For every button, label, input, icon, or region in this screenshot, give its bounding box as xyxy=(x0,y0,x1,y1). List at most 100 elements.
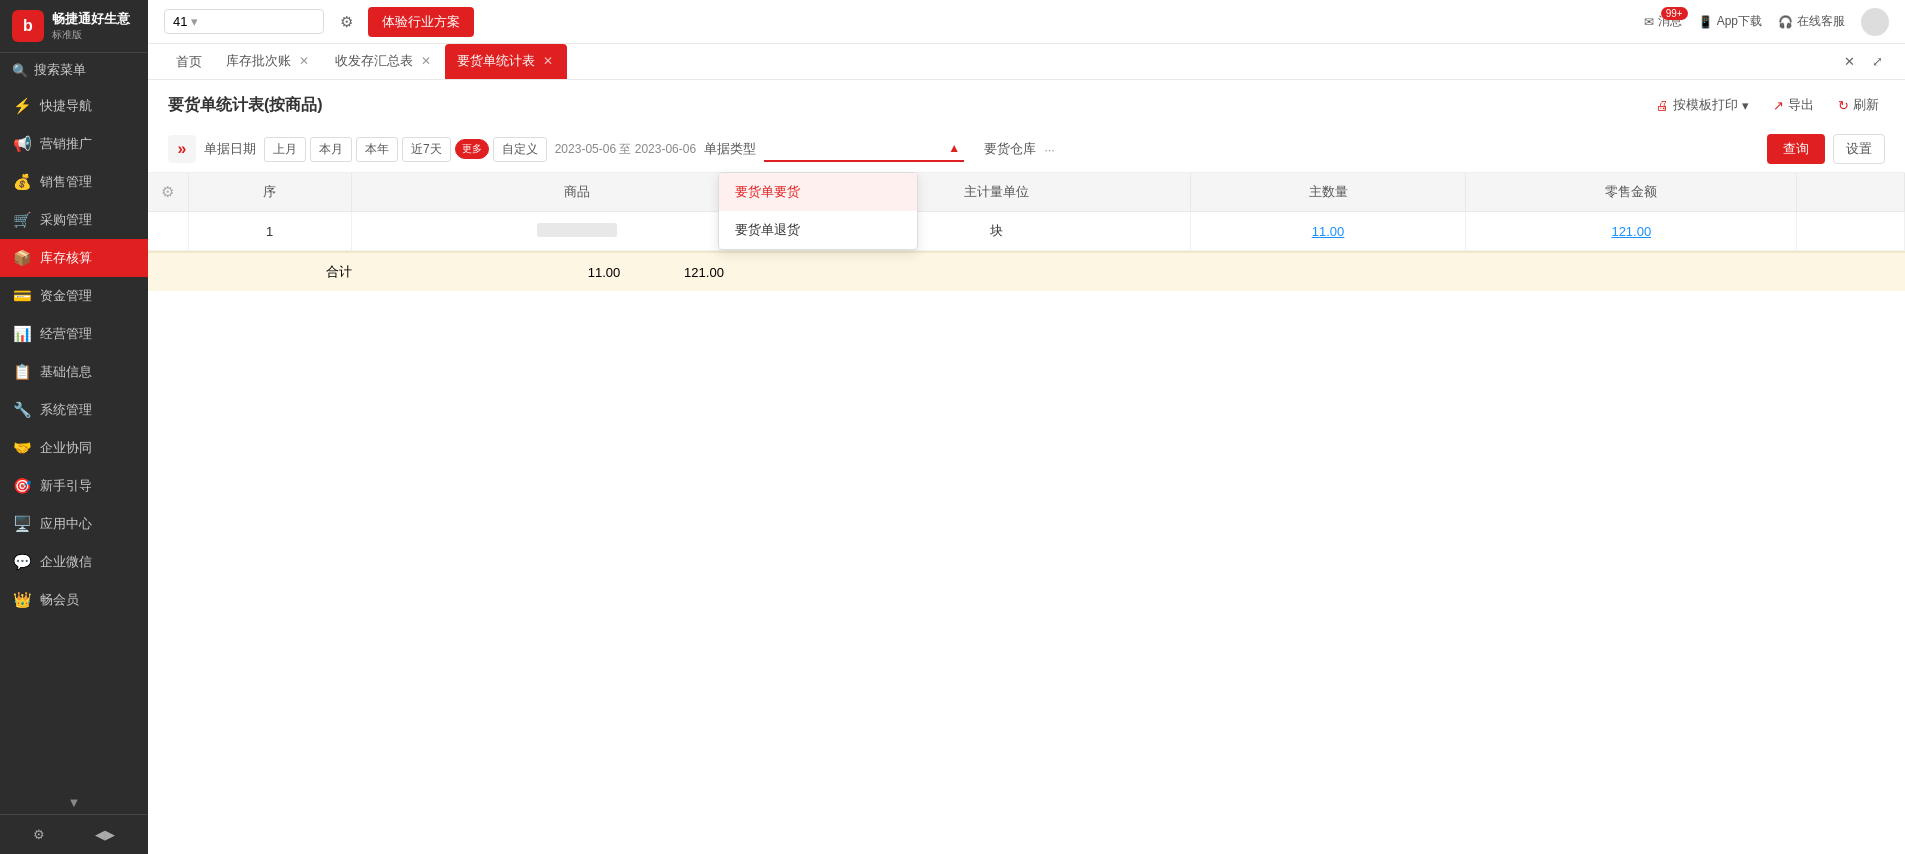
app-download-icon: 📱 xyxy=(1698,15,1713,29)
recent7-btn[interactable]: 近7天 xyxy=(402,137,451,162)
type-input[interactable] xyxy=(764,137,964,160)
col-settings[interactable]: ⚙ xyxy=(148,173,188,212)
tabbar: 首页 库存批次账 ✕ 收发存汇总表 ✕ 要货单统计表 ✕ ✕ ⤢ xyxy=(148,44,1905,80)
sidebar-nav: ⚡快捷导航 📢 营销推广 💰销售管理🛒采购管理📦库存核算 💳 资金管理 📊经营管理📋基础信息… xyxy=(0,87,148,791)
this-year-btn[interactable]: 本年 xyxy=(356,137,398,162)
nav-icon-finance: 💳 xyxy=(12,287,32,305)
row-quantity-cell: 11.00 xyxy=(1190,212,1465,251)
tab-in-out-close-btn[interactable]: ✕ xyxy=(419,54,433,68)
filter-expand-btn[interactable]: » xyxy=(168,135,196,163)
tab-in-out-summary-label: 收发存汇总表 xyxy=(335,52,413,70)
online-service-label: 在线客服 xyxy=(1797,13,1845,30)
sidebar-item-quick-nav[interactable]: ⚡快捷导航 xyxy=(0,87,148,125)
print-icon: 🖨 xyxy=(1656,98,1669,113)
tab-controls: ✕ ⤢ xyxy=(1837,50,1889,74)
sidebar-item-sales[interactable]: 💰销售管理 xyxy=(0,163,148,201)
row-extra-cell xyxy=(1797,212,1905,251)
product-placeholder xyxy=(537,223,617,237)
sidebar-item-purchase[interactable]: 🛒采购管理 xyxy=(0,201,148,239)
nav-label-basic: 基础信息 xyxy=(40,363,92,381)
total-quantity: 11.00 xyxy=(554,265,654,280)
table-wrapper: ⚙ 序 商品 主计量单位 主数量 零售金额 1 xyxy=(148,173,1905,251)
print-chevron-icon: ▾ xyxy=(1742,98,1749,113)
tab-in-out-summary[interactable]: 收发存汇总表 ✕ xyxy=(323,44,445,79)
export-btn[interactable]: ↗ 导出 xyxy=(1767,92,1820,118)
sidebar-item-finance[interactable]: 💳 资金管理 xyxy=(0,277,148,315)
type-input-wrapper: ▲ xyxy=(764,137,964,162)
last-month-btn[interactable]: 上月 xyxy=(264,137,306,162)
sidebar-search[interactable]: 🔍 搜索菜单 xyxy=(0,53,148,87)
company-selector[interactable]: 41 ▾ xyxy=(164,9,324,34)
total-row: 合计 11.00 121.00 xyxy=(148,251,1905,291)
export-icon: ↗ xyxy=(1773,98,1784,113)
dropdown-item-order-return[interactable]: 要货单退货 xyxy=(719,211,917,249)
nav-label-purchase: 采购管理 xyxy=(40,211,92,229)
row-amount-cell: 121.00 xyxy=(1466,212,1797,251)
topbar-left: 41 ▾ ⚙ 体验行业方案 xyxy=(164,7,1632,37)
tab-order-summary[interactable]: 要货单统计表 ✕ xyxy=(445,44,567,79)
data-table: ⚙ 序 商品 主计量单位 主数量 零售金额 1 xyxy=(148,173,1905,251)
sidebar-item-cooperation[interactable]: 🤝企业协同 xyxy=(0,429,148,467)
filter-bar: » 单据日期 上月 本月 本年 近7天 更多 自定义 2023-05-06 至 … xyxy=(148,126,1905,173)
nav-label-inventory: 库存核算 xyxy=(40,249,92,267)
tab-home[interactable]: 首页 xyxy=(164,44,214,79)
headset-icon: 🎧 xyxy=(1778,15,1793,29)
tab-batch-account[interactable]: 库存批次账 ✕ xyxy=(214,44,323,79)
sidebar-settings-btn[interactable]: ⚙ xyxy=(29,823,49,846)
messages-btn[interactable]: ✉ 消息 99+ xyxy=(1644,13,1682,30)
company-selector-value: 41 xyxy=(173,14,187,29)
sidebar-item-beginner[interactable]: 🎯新手引导 xyxy=(0,467,148,505)
nav-icon-quick-nav: ⚡ xyxy=(12,97,32,115)
sidebar-search-label: 搜索菜单 xyxy=(34,61,86,79)
warehouse-label: 要货仓库 xyxy=(984,140,1036,158)
warehouse-dots[interactable]: ··· xyxy=(1044,142,1055,157)
tab-batch-close-btn[interactable]: ✕ xyxy=(297,54,311,68)
refresh-btn[interactable]: ↻ 刷新 xyxy=(1832,92,1885,118)
search-btn[interactable]: 查询 xyxy=(1767,134,1825,164)
row-quantity-value[interactable]: 11.00 xyxy=(1312,224,1345,239)
sidebar-toggle-btn[interactable]: ◀▶ xyxy=(91,823,119,846)
tab-expand-btn[interactable]: ⤢ xyxy=(1865,50,1889,74)
messages-badge: 99+ xyxy=(1661,7,1688,20)
nav-icon-marketing: 📢 xyxy=(12,135,32,153)
topbar-gear-btn[interactable]: ⚙ xyxy=(332,8,360,36)
nav-label-finance: 资金管理 xyxy=(40,287,92,305)
page-content: 要货单统计表(按商品) 🖨 按模板打印 ▾ ↗ 导出 ↻ 刷新 » xyxy=(148,80,1905,854)
tab-close-all-btn[interactable]: ✕ xyxy=(1837,50,1861,74)
this-month-btn[interactable]: 本月 xyxy=(310,137,352,162)
sidebar-item-business[interactable]: 📊经营管理 xyxy=(0,315,148,353)
sidebar-logo: b 畅捷通好生意 标准版 xyxy=(0,0,148,53)
app-download-btn[interactable]: 📱 App下载 xyxy=(1698,13,1762,30)
type-input-chevron[interactable]: ▲ xyxy=(948,141,960,155)
row-index-cell: 1 xyxy=(188,212,351,251)
sidebar-item-member[interactable]: 👑畅会员 xyxy=(0,581,148,619)
sidebar-item-system[interactable]: 🔧系统管理 xyxy=(0,391,148,429)
sidebar-item-app-center[interactable]: 🖥️应用中心 xyxy=(0,505,148,543)
col-quantity: 主数量 xyxy=(1190,173,1465,212)
more-badge[interactable]: 更多 xyxy=(455,139,489,159)
col-extra xyxy=(1797,173,1905,212)
print-template-btn[interactable]: 🖨 按模板打印 ▾ xyxy=(1650,92,1755,118)
sidebar-scroll-down[interactable]: ▼ xyxy=(0,791,148,814)
sidebar-item-marketing[interactable]: 📢 营销推广 xyxy=(0,125,148,163)
dropdown-item-order-goods[interactable]: 要货单要货 xyxy=(719,173,917,211)
sidebar-item-inventory[interactable]: 📦库存核算 xyxy=(0,239,148,277)
export-label: 导出 xyxy=(1788,96,1814,114)
tab-order-close-btn[interactable]: ✕ xyxy=(541,54,555,68)
nav-label-system: 系统管理 xyxy=(40,401,92,419)
sidebar-item-basic[interactable]: 📋基础信息 xyxy=(0,353,148,391)
nav-label-beginner: 新手引导 xyxy=(40,477,92,495)
setting-btn[interactable]: 设置 xyxy=(1833,134,1885,164)
app-download-label: App下载 xyxy=(1717,13,1762,30)
trial-btn[interactable]: 体验行业方案 xyxy=(368,7,474,37)
row-settings-cell xyxy=(148,212,188,251)
nav-label-marketing: 营销推广 xyxy=(40,135,92,153)
custom-btn[interactable]: 自定义 xyxy=(493,137,547,162)
settings-icon[interactable]: ⚙ xyxy=(161,183,174,200)
sidebar-item-wechat[interactable]: 💬企业微信 xyxy=(0,543,148,581)
row-amount-value[interactable]: 121.00 xyxy=(1611,224,1651,239)
online-service-btn[interactable]: 🎧 在线客服 xyxy=(1778,13,1845,30)
nav-label-member: 畅会员 xyxy=(40,591,79,609)
nav-icon-app-center: 🖥️ xyxy=(12,515,32,533)
user-avatar[interactable] xyxy=(1861,8,1889,36)
